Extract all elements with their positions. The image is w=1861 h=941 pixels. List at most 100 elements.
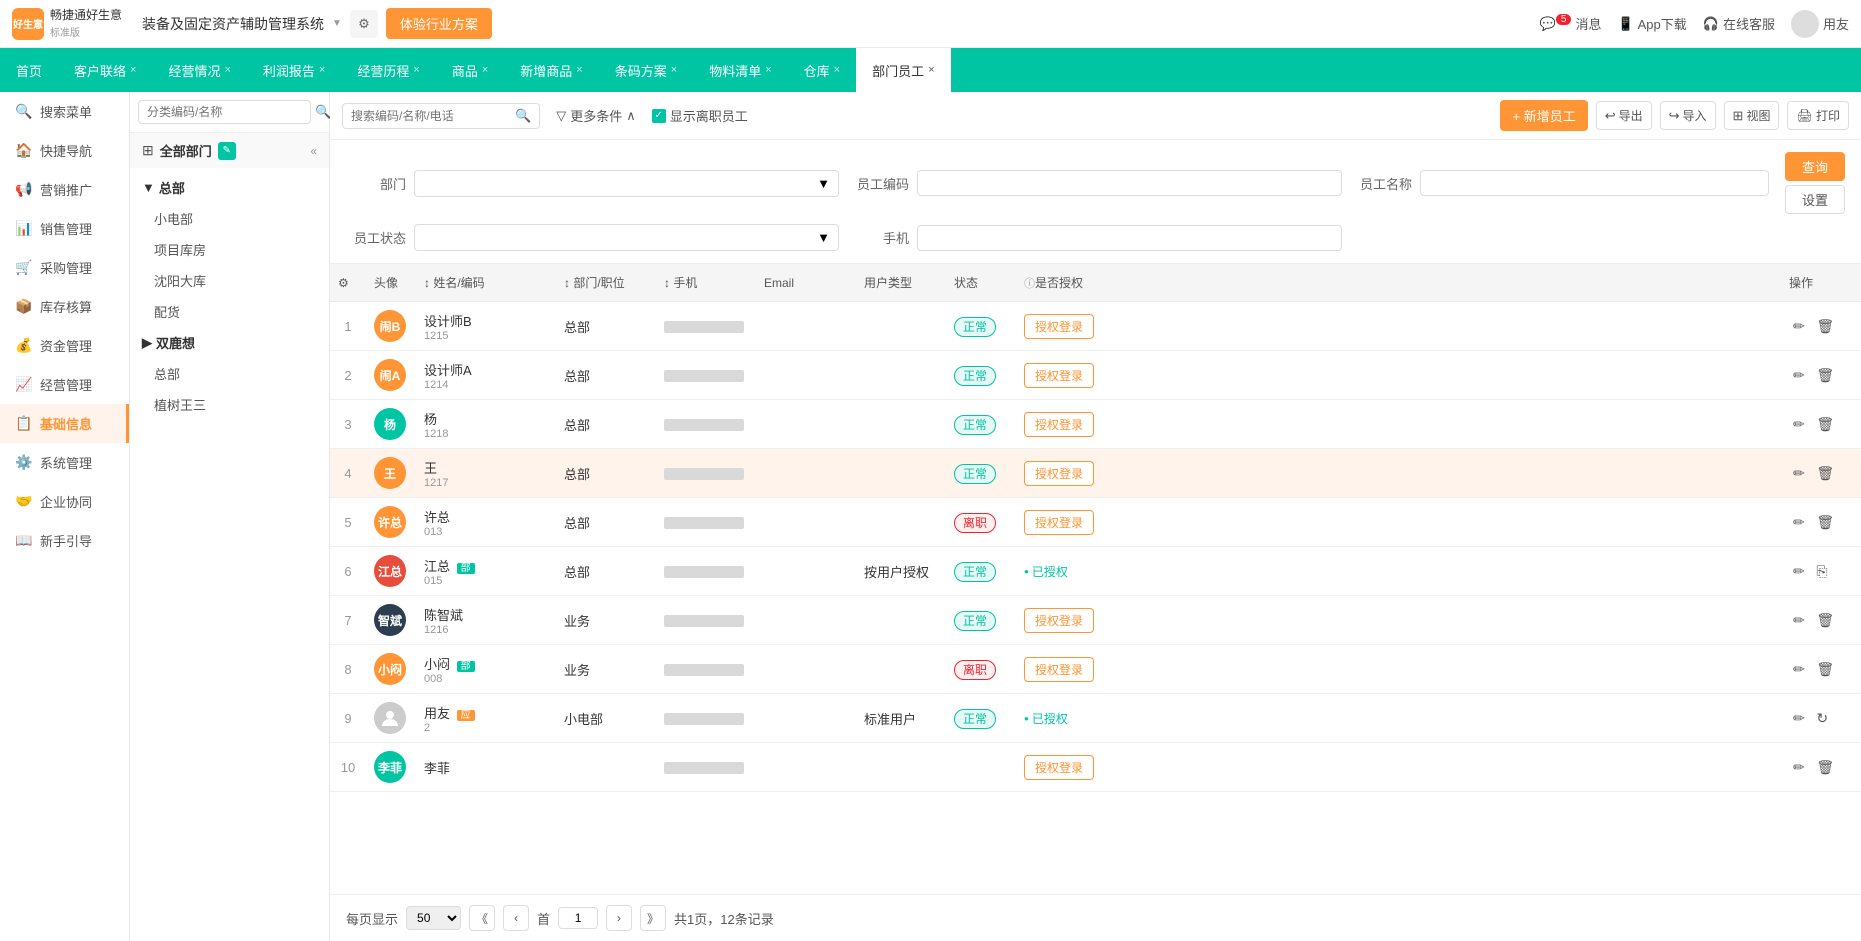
delete-btn[interactable]: 🗑 xyxy=(1812,757,1838,778)
dept-select[interactable]: ▼ xyxy=(414,170,839,197)
delete-btn[interactable]: 🗑 xyxy=(1812,659,1838,680)
nav-close-icon[interactable]: × xyxy=(224,64,230,76)
edit-btn[interactable]: ✏ xyxy=(1789,561,1809,582)
gear-icon[interactable]: ⚙ xyxy=(350,10,378,38)
delete-btn[interactable]: 🗑 xyxy=(1812,316,1838,337)
nav-close-icon[interactable]: × xyxy=(834,64,840,76)
delete-btn[interactable]: 🗑 xyxy=(1812,512,1838,533)
employee-search-input[interactable] xyxy=(351,109,511,123)
nav-item-bom[interactable]: 物料清单 × xyxy=(693,48,787,92)
dept-tree-parent-zongbu[interactable]: ▼ 总部 xyxy=(130,172,329,203)
last-page-btn[interactable]: 》 xyxy=(640,905,666,931)
search-icon[interactable]: 🔍 xyxy=(515,108,531,124)
export-button[interactable]: ↩导出 xyxy=(1596,101,1652,130)
auth-login-btn[interactable]: 授权登录 xyxy=(1024,461,1094,486)
sidebar-item-purchase[interactable]: 🛒 采购管理 xyxy=(0,248,129,287)
edit-btn[interactable]: ✏ xyxy=(1789,414,1809,435)
dept-tree-item-zhushuwang[interactable]: 植树王三 xyxy=(130,389,329,420)
nav-close-icon[interactable]: × xyxy=(130,64,136,76)
dept-tree-item-project[interactable]: 项目库房 xyxy=(130,234,329,265)
phone-input[interactable] xyxy=(917,225,1342,251)
nav-item-profit[interactable]: 利润报告 × xyxy=(247,48,341,92)
dept-tree-item-shenyang[interactable]: 沈阳大库 xyxy=(130,265,329,296)
emp-status-select[interactable]: ▼ xyxy=(414,224,839,251)
auth-login-btn[interactable]: 授权登录 xyxy=(1024,314,1094,339)
nav-item-history[interactable]: 经营历程 × xyxy=(341,48,435,92)
import-button[interactable]: ↪导入 xyxy=(1660,101,1716,130)
edit-btn[interactable]: ✏ xyxy=(1789,610,1809,631)
page-number-input[interactable] xyxy=(558,907,598,929)
first-page-btn[interactable]: 《 xyxy=(469,905,495,931)
view-button[interactable]: ⊞视图 xyxy=(1724,101,1780,130)
nav-item-operation[interactable]: 经营情况 × xyxy=(152,48,246,92)
next-page-btn[interactable]: › xyxy=(606,905,632,931)
sidebar-item-quicknav[interactable]: 🏠 快捷导航 xyxy=(0,131,129,170)
prev-page-btn[interactable]: ‹ xyxy=(503,905,529,931)
dept-edit-btn[interactable]: ✎ xyxy=(218,142,236,160)
auth-login-btn[interactable]: 授权登录 xyxy=(1024,755,1094,780)
edit-btn[interactable]: ✏ xyxy=(1789,365,1809,386)
dept-tree-item-zongbu2[interactable]: 总部 xyxy=(130,358,329,389)
nav-item-employee[interactable]: 部门员工 × xyxy=(856,48,950,92)
edit-btn[interactable]: ✏ xyxy=(1789,757,1809,778)
edit-btn[interactable]: ✏ xyxy=(1789,708,1809,729)
message-btn[interactable]: 💬 5 消息 xyxy=(1540,14,1602,33)
nav-close-active-icon[interactable]: × xyxy=(928,64,934,76)
edit-btn[interactable]: ✏ xyxy=(1789,316,1809,337)
delete-btn[interactable]: 🗑 xyxy=(1812,365,1838,386)
dept-tree-item-xiaodibu[interactable]: 小电部 xyxy=(130,203,329,234)
dept-collapse-btn[interactable]: « xyxy=(310,144,317,158)
sidebar-item-marketing[interactable]: 📢 营销推广 xyxy=(0,170,129,209)
sidebar-item-inventory[interactable]: 📦 库存核算 xyxy=(0,287,129,326)
sidebar-item-finance[interactable]: 💰 资金管理 xyxy=(0,326,129,365)
online-support-btn[interactable]: 🎧 在线客服 xyxy=(1703,14,1775,33)
sidebar-item-search[interactable]: 🔍 搜索菜单 xyxy=(0,92,129,131)
nav-close-icon[interactable]: × xyxy=(576,64,582,76)
nav-item-add-goods[interactable]: 新增商品 × xyxy=(504,48,598,92)
print-button[interactable]: 🖨打印 xyxy=(1787,101,1849,130)
emp-name-input[interactable] xyxy=(1420,170,1769,196)
trial-button[interactable]: 体验行业方案 xyxy=(386,8,492,39)
nav-close-icon[interactable]: × xyxy=(319,64,325,76)
system-dropdown-icon[interactable]: ▼ xyxy=(332,18,342,29)
sidebar-item-basic[interactable]: 📋 基础信息 xyxy=(0,404,129,443)
nav-item-warehouse[interactable]: 仓库 × xyxy=(788,48,856,92)
refresh-btn[interactable]: ↻ xyxy=(1812,708,1832,729)
th-dept[interactable]: ↕ 部门/职位 xyxy=(556,264,656,302)
th-name[interactable]: ↕ 姓名/编码 xyxy=(416,264,556,302)
th-phone[interactable]: ↕ 手机 xyxy=(656,264,756,302)
set-button[interactable]: 设置 xyxy=(1785,185,1845,214)
delete-btn[interactable]: 🗑 xyxy=(1812,414,1838,435)
nav-item-home[interactable]: 首页 xyxy=(0,48,58,92)
sidebar-item-guide[interactable]: 📖 新手引导 xyxy=(0,521,129,560)
page-size-select[interactable]: 50 100 xyxy=(406,906,461,930)
nav-close-icon[interactable]: × xyxy=(482,64,488,76)
auth-login-btn[interactable]: 授权登录 xyxy=(1024,363,1094,388)
auth-login-btn[interactable]: 授权登录 xyxy=(1024,608,1094,633)
edit-btn[interactable]: ✏ xyxy=(1789,659,1809,680)
sidebar-item-collab[interactable]: 🤝 企业协同 xyxy=(0,482,129,521)
nav-item-barcode[interactable]: 条码方案 × xyxy=(599,48,693,92)
copy-btn[interactable]: ⎘ xyxy=(1812,561,1831,582)
sidebar-item-business[interactable]: 📈 经营管理 xyxy=(0,365,129,404)
delete-btn[interactable]: 🗑 xyxy=(1812,610,1838,631)
app-download-btn[interactable]: 📱 App下载 xyxy=(1617,14,1686,33)
dept-search-icon[interactable]: 🔍 xyxy=(315,104,331,120)
dept-tree-item-distribution[interactable]: 配货 xyxy=(130,296,329,327)
edit-btn[interactable]: ✏ xyxy=(1789,512,1809,533)
filter-more-btn[interactable]: ▽ 更多条件 ∧ xyxy=(548,102,644,129)
dept-search-input[interactable] xyxy=(138,100,311,124)
query-button[interactable]: 查询 xyxy=(1785,152,1845,181)
dept-tree-parent-shuanglu[interactable]: ▶ 双鹿想 xyxy=(130,327,329,358)
nav-item-customer[interactable]: 客户联络 × xyxy=(58,48,152,92)
emp-code-input[interactable] xyxy=(917,170,1342,196)
sidebar-item-sales[interactable]: 📊 销售管理 xyxy=(0,209,129,248)
nav-close-icon[interactable]: × xyxy=(671,64,677,76)
user-area[interactable]: 用友 xyxy=(1791,10,1849,38)
nav-item-goods[interactable]: 商品 × xyxy=(436,48,504,92)
nav-close-icon[interactable]: × xyxy=(413,64,419,76)
show-resigned-checkbox[interactable]: ✓ xyxy=(652,109,666,123)
edit-btn[interactable]: ✏ xyxy=(1789,463,1809,484)
auth-login-btn[interactable]: 授权登录 xyxy=(1024,412,1094,437)
th-settings[interactable]: ⚙ xyxy=(330,264,366,302)
